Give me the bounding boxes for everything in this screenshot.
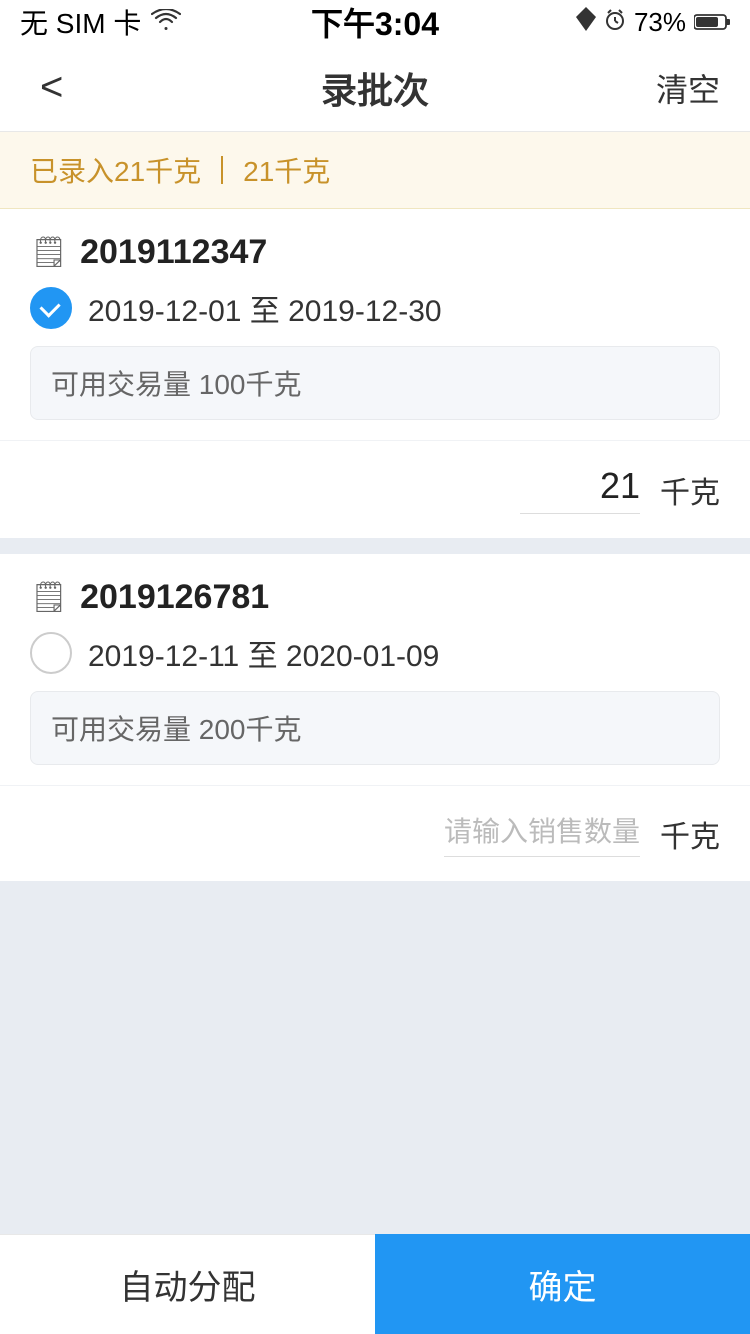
- info-banner: 已录入21千克 21千克: [0, 132, 750, 209]
- confirm-button[interactable]: 确定: [375, 1234, 750, 1334]
- batch-2-radio[interactable]: [30, 632, 72, 674]
- page-title: 录批次: [321, 62, 429, 114]
- batch-2-date-row[interactable]: 2019-12-11 至 2020-01-09: [30, 631, 720, 675]
- location-icon: [576, 7, 596, 38]
- batch-1-unit: 千克: [660, 468, 720, 512]
- status-right: 73%: [576, 7, 730, 38]
- status-bar: 无 SIM 卡 下午3:04 73%: [0, 0, 750, 44]
- batch-2-placeholder[interactable]: 请输入销售数量: [444, 810, 640, 850]
- battery-text: 73%: [634, 7, 686, 38]
- batch-2-unit: 千克: [660, 812, 720, 856]
- info-value: 21千克: [243, 150, 330, 190]
- batch-1-doc-icon: 🗒: [30, 235, 68, 270]
- batch-1-date-row[interactable]: 2019-12-01 至 2019-12-30: [30, 286, 720, 330]
- wifi-icon: [151, 6, 181, 38]
- batch-2-quantity-row: 请输入销售数量 千克: [0, 785, 750, 881]
- batch-1-quantity-row: 21 千克: [0, 440, 750, 538]
- alarm-icon: [604, 7, 626, 38]
- batch-1-quantity-value[interactable]: 21: [520, 465, 640, 507]
- bottom-bar: 自动分配 确定: [0, 1234, 750, 1334]
- batch-2-date: 2019-12-11 至 2020-01-09: [88, 631, 439, 675]
- batch-2-id: 2019126781: [80, 578, 269, 617]
- status-left: 无 SIM 卡: [20, 2, 181, 42]
- info-divider: [221, 156, 223, 184]
- batch-1-id: 2019112347: [80, 233, 267, 272]
- info-label: 已录入21千克: [30, 150, 201, 190]
- battery-icon: [694, 7, 730, 38]
- batch-2-available-wrap: 可用交易量 200千克: [30, 691, 720, 785]
- batch-2-id-row: 🗒 2019126781: [30, 578, 720, 617]
- carrier-text: 无 SIM 卡: [20, 2, 141, 42]
- batch-item-2-header-section: 🗒 2019126781 2019-12-11 至 2020-01-09 可用交…: [0, 554, 750, 785]
- nav-bar: < 录批次 清空: [0, 44, 750, 132]
- batch-item-2: 🗒 2019126781 2019-12-11 至 2020-01-09 可用交…: [0, 554, 750, 881]
- section-separator: [0, 538, 750, 554]
- batch-1-input-wrapper[interactable]: 21: [520, 465, 640, 514]
- status-time: 下午3:04: [311, 0, 439, 45]
- batch-item-1: 🗒 2019112347 2019-12-01 至 2019-12-30 可用交…: [0, 209, 750, 538]
- batch-1-date: 2019-12-01 至 2019-12-30: [88, 286, 442, 330]
- batch-item-1-header-section: 🗒 2019112347 2019-12-01 至 2019-12-30 可用交…: [0, 209, 750, 440]
- batch-1-id-row: 🗒 2019112347: [30, 233, 720, 272]
- back-button[interactable]: <: [30, 55, 73, 120]
- batch-1-available: 可用交易量 100千克: [30, 346, 720, 420]
- batch-2-doc-icon: 🗒: [30, 580, 68, 615]
- batch-2-available: 可用交易量 200千克: [30, 691, 720, 765]
- batch-2-input-wrapper[interactable]: 请输入销售数量: [444, 810, 640, 857]
- auto-distribute-button[interactable]: 自动分配: [0, 1234, 375, 1334]
- clear-button[interactable]: 清空: [656, 65, 720, 111]
- batch-1-available-wrap: 可用交易量 100千克: [30, 346, 720, 440]
- batch-1-radio[interactable]: [30, 287, 72, 329]
